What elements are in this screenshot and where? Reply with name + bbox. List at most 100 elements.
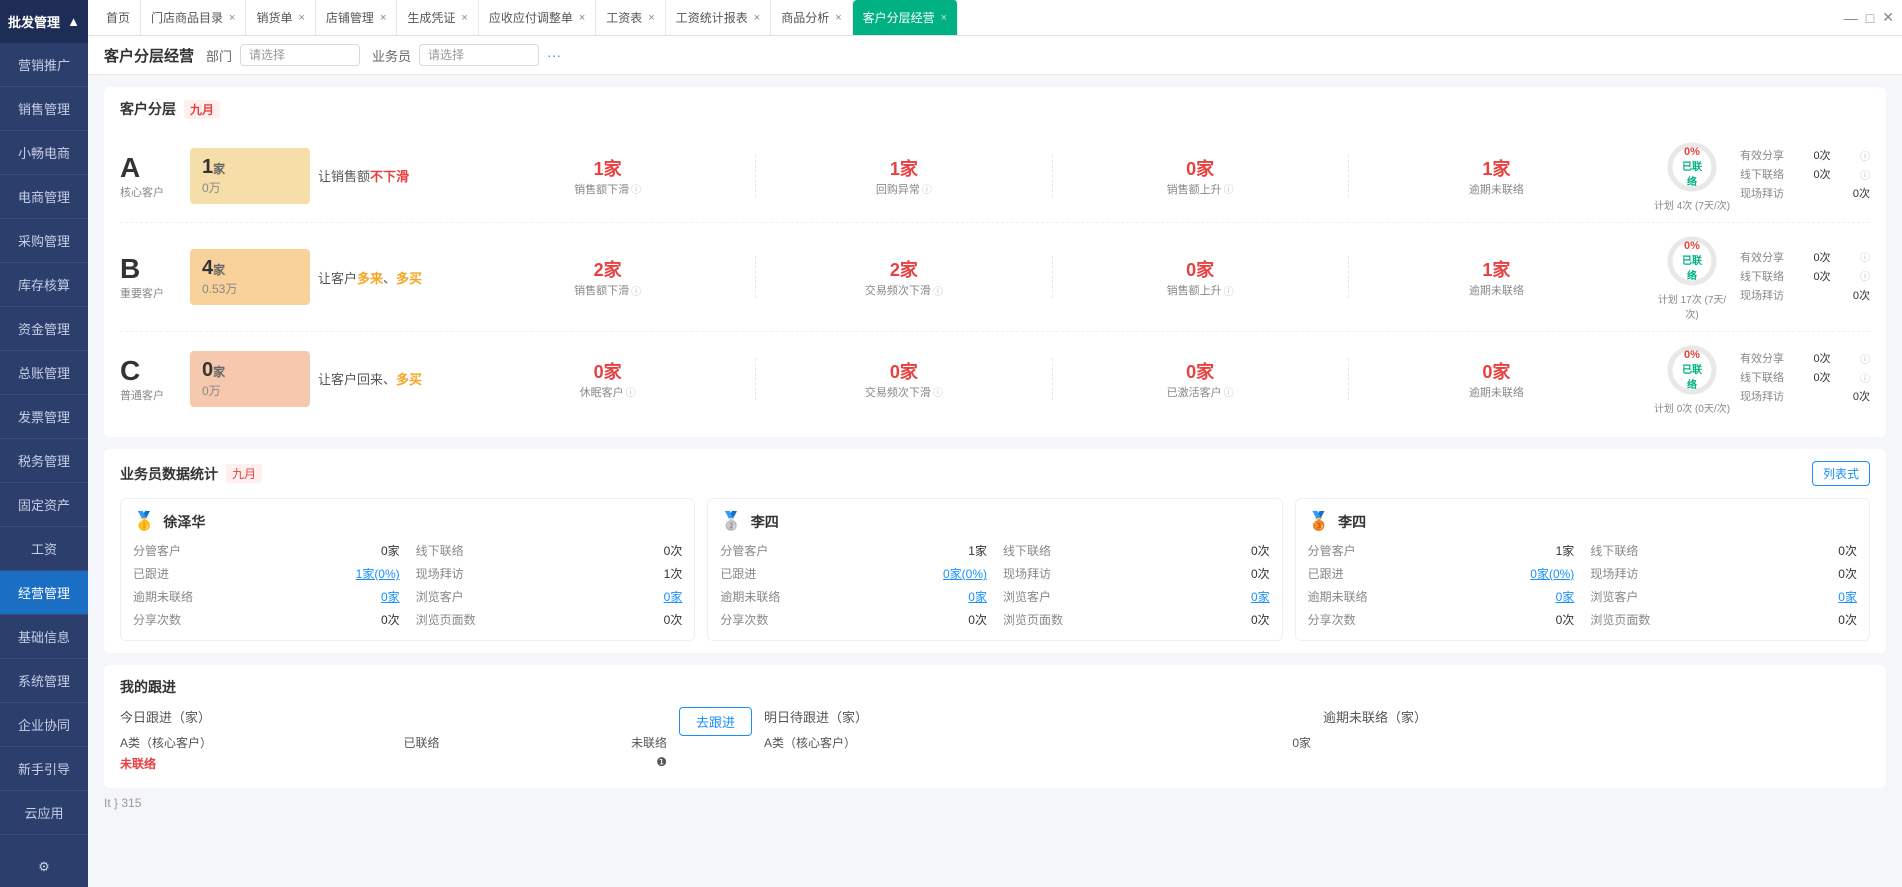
stat-num-A-2: 0家 <box>1057 155 1344 181</box>
tier-stat-B-2: 0家销售额上升 ⓘ <box>1053 256 1349 298</box>
stat-num-B-3: 1家 <box>1353 256 1640 282</box>
tier-right-stats-C: 有效分享0次ⓘ线下联络0次ⓘ现场拜访0次 <box>1740 350 1870 407</box>
tab-close-工资统计报表[interactable]: × <box>754 12 760 24</box>
tab-应收应付调整单[interactable]: 应收应付调整单× <box>479 0 596 36</box>
sidebar-item-基础信息[interactable]: 基础信息 <box>0 615 88 659</box>
tab-close-工资表[interactable]: × <box>648 12 654 24</box>
tab-销货单[interactable]: 销货单× <box>246 0 315 36</box>
biz-name-1: 李四 <box>751 512 779 532</box>
tier-row-C: C普通客户0家0万让客户回来、多买0家休眠客户 ⓘ0家交易频次下滑 ⓘ0家已激活… <box>120 332 1870 425</box>
tab-close-门店商品目录[interactable]: × <box>229 12 235 24</box>
sidebar-title: 批发管理 <box>8 12 60 31</box>
main-area: 首页门店商品目录×销货单×店铺管理×生成凭证×应收应付调整单×工资表×工资统计报… <box>88 0 1902 887</box>
sidebar-footer-settings[interactable]: ⚙ <box>0 847 88 887</box>
tab-商品分析[interactable]: 商品分析× <box>771 0 852 36</box>
biz-month-badge: 九月 <box>226 464 262 483</box>
biz-stat-val-0-5[interactable]: 0家 <box>664 588 683 605</box>
sidebar-item-经营管理[interactable]: 经营管理 <box>0 571 88 615</box>
follow-val-core: 已联络 <box>403 734 439 751</box>
tier-name-C: 普通客户 <box>120 387 190 403</box>
stat-label-C-2: 已激活客户 ⓘ <box>1057 384 1344 400</box>
biz-stat-val-1-7: 0次 <box>1251 611 1270 628</box>
right-stat-C-0: 有效分享0次ⓘ <box>1740 350 1870 366</box>
stat-num-C-0: 0家 <box>464 358 751 384</box>
biz-stat-val-1-5[interactable]: 0家 <box>1251 588 1270 605</box>
biz-stat-val-1-4[interactable]: 0家 <box>968 588 987 605</box>
sidebar-item-小畅电商[interactable]: 小畅电商 <box>0 131 88 175</box>
biz-stat-val-2-5[interactable]: 0家 <box>1838 588 1857 605</box>
biz-stat-0-3: 现场拜访1次 <box>416 565 683 582</box>
tab-close-店铺管理[interactable]: × <box>380 12 386 24</box>
sidebar-item-税务管理[interactable]: 税务管理 <box>0 439 88 483</box>
tab-客户分层经营[interactable]: 客户分层经营× <box>853 0 958 36</box>
biz-stat-0-1: 线下联络0次 <box>416 542 683 559</box>
biz-stat-1-5: 浏览客户0家 <box>1003 588 1270 605</box>
biz-card-0: 🥇徐泽华分管客户0家线下联络0次已跟进1家(0%)现场拜访1次逾期未联络0家浏览… <box>120 498 695 641</box>
bottom-text: It } 315 <box>104 788 1886 818</box>
biz-stat-val-0-4[interactable]: 0家 <box>381 588 400 605</box>
tab-window-close[interactable]: ✕ <box>1882 9 1894 26</box>
biz-stat-2-6: 分享次数0次 <box>1308 611 1575 628</box>
biz-stat-0-2: 已跟进1家(0%) <box>133 565 400 582</box>
follow-overdue-title: 逾期未联络（家） <box>1323 707 1870 726</box>
tab-window-minimize[interactable]: — <box>1844 10 1858 26</box>
tab-window-maximize[interactable]: □ <box>1866 10 1874 26</box>
tab-close-销货单[interactable]: × <box>298 12 304 24</box>
sidebar-header[interactable]: 批发管理 ▲ <box>0 0 88 43</box>
biz-stat-val-2-2[interactable]: 0家(0%) <box>1530 565 1574 582</box>
follow-section: 我的跟进 今日跟进（家） A类（核心客户） 已联络 未联络 未联络 ❶ 去跟进 <box>104 665 1886 788</box>
tab-close-应收应付调整单[interactable]: × <box>579 12 585 24</box>
salesperson-select[interactable]: 请选择 <box>419 44 539 66</box>
biz-section-title: 业务员数据统计 <box>120 464 218 484</box>
sidebar-item-系统管理[interactable]: 系统管理 <box>0 659 88 703</box>
sidebar-item-云应用[interactable]: 云应用 <box>0 791 88 835</box>
tier-count-num-B: 4家 <box>202 257 298 280</box>
sidebar-item-采购管理[interactable]: 采购管理 <box>0 219 88 263</box>
biz-stat-1-1: 线下联络0次 <box>1003 542 1270 559</box>
biz-stat-val-1-2[interactable]: 0家(0%) <box>943 565 987 582</box>
tab-工资统计报表[interactable]: 工资统计报表× <box>666 0 771 36</box>
sidebar-item-发票管理[interactable]: 发票管理 <box>0 395 88 439</box>
list-view-button[interactable]: 列表式 <box>1812 461 1870 486</box>
go-follow-button[interactable]: 去跟进 <box>679 707 752 736</box>
tier-count-num-A: 1家 <box>202 156 298 179</box>
tier-row-B: B重要客户4家0.53万让客户多来、多买2家销售额下滑 ⓘ2家交易频次下滑 ⓘ0… <box>120 223 1870 332</box>
sidebar-item-企业协同[interactable]: 企业协同 <box>0 703 88 747</box>
sidebar-item-工资[interactable]: 工资 <box>0 527 88 571</box>
biz-stat-2-0: 分管客户1家 <box>1308 542 1575 559</box>
tab-bar-actions: — □ ✕ <box>1844 9 1894 26</box>
tier-circle-A: 0% 已联络 计划 4次 (7天/次) <box>1652 139 1732 212</box>
sidebar-toggle-icon[interactable]: ▲ <box>67 14 80 29</box>
sidebar-item-营销推广[interactable]: 营销推广 <box>0 43 88 87</box>
tab-门店商品目录[interactable]: 门店商品目录× <box>141 0 246 36</box>
tab-close-商品分析[interactable]: × <box>835 12 841 24</box>
biz-stat-2-7: 浏览页面数0次 <box>1590 611 1857 628</box>
tab-首页[interactable]: 首页 <box>96 0 141 36</box>
follow-val-core2: 未联络 <box>631 734 667 751</box>
stat-label-A-0: 销售额下滑 ⓘ <box>464 181 751 197</box>
sidebar-item-固定资产[interactable]: 固定资产 <box>0 483 88 527</box>
follow-today-row-1: A类（核心客户） 已联络 未联络 <box>120 734 667 751</box>
sidebar-item-总账管理[interactable]: 总账管理 <box>0 351 88 395</box>
tab-店铺管理[interactable]: 店铺管理× <box>316 0 397 36</box>
sidebar-item-电商管理[interactable]: 电商管理 <box>0 175 88 219</box>
dept-select[interactable]: 请选择 <box>240 44 360 66</box>
biz-card-header-1: 🥈李四 <box>720 511 1269 532</box>
sidebar-item-资金管理[interactable]: 资金管理 <box>0 307 88 351</box>
filter-more-icon[interactable]: ··· <box>547 47 561 63</box>
sidebar-item-新手引导[interactable]: 新手引导 <box>0 747 88 791</box>
stat-num-A-3: 1家 <box>1353 155 1640 181</box>
tab-工资表[interactable]: 工资表× <box>596 0 665 36</box>
customer-section-label: 客户分层 <box>120 99 176 119</box>
tab-close-客户分层经营[interactable]: × <box>941 12 947 24</box>
tier-label-A: A核心客户 <box>120 152 190 200</box>
biz-stat-1-2: 已跟进0家(0%) <box>720 565 987 582</box>
biz-stat-val-2-3: 0次 <box>1838 565 1857 582</box>
tab-生成凭证[interactable]: 生成凭证× <box>397 0 478 36</box>
biz-stat-val-2-4[interactable]: 0家 <box>1556 588 1575 605</box>
sidebar-item-库存核算[interactable]: 库存核算 <box>0 263 88 307</box>
sidebar-item-销售管理[interactable]: 销售管理 <box>0 87 88 131</box>
biz-stat-val-0-2[interactable]: 1家(0%) <box>356 565 400 582</box>
tab-close-生成凭证[interactable]: × <box>461 12 467 24</box>
circle-text-B: 0% 已联络 <box>1678 240 1706 282</box>
